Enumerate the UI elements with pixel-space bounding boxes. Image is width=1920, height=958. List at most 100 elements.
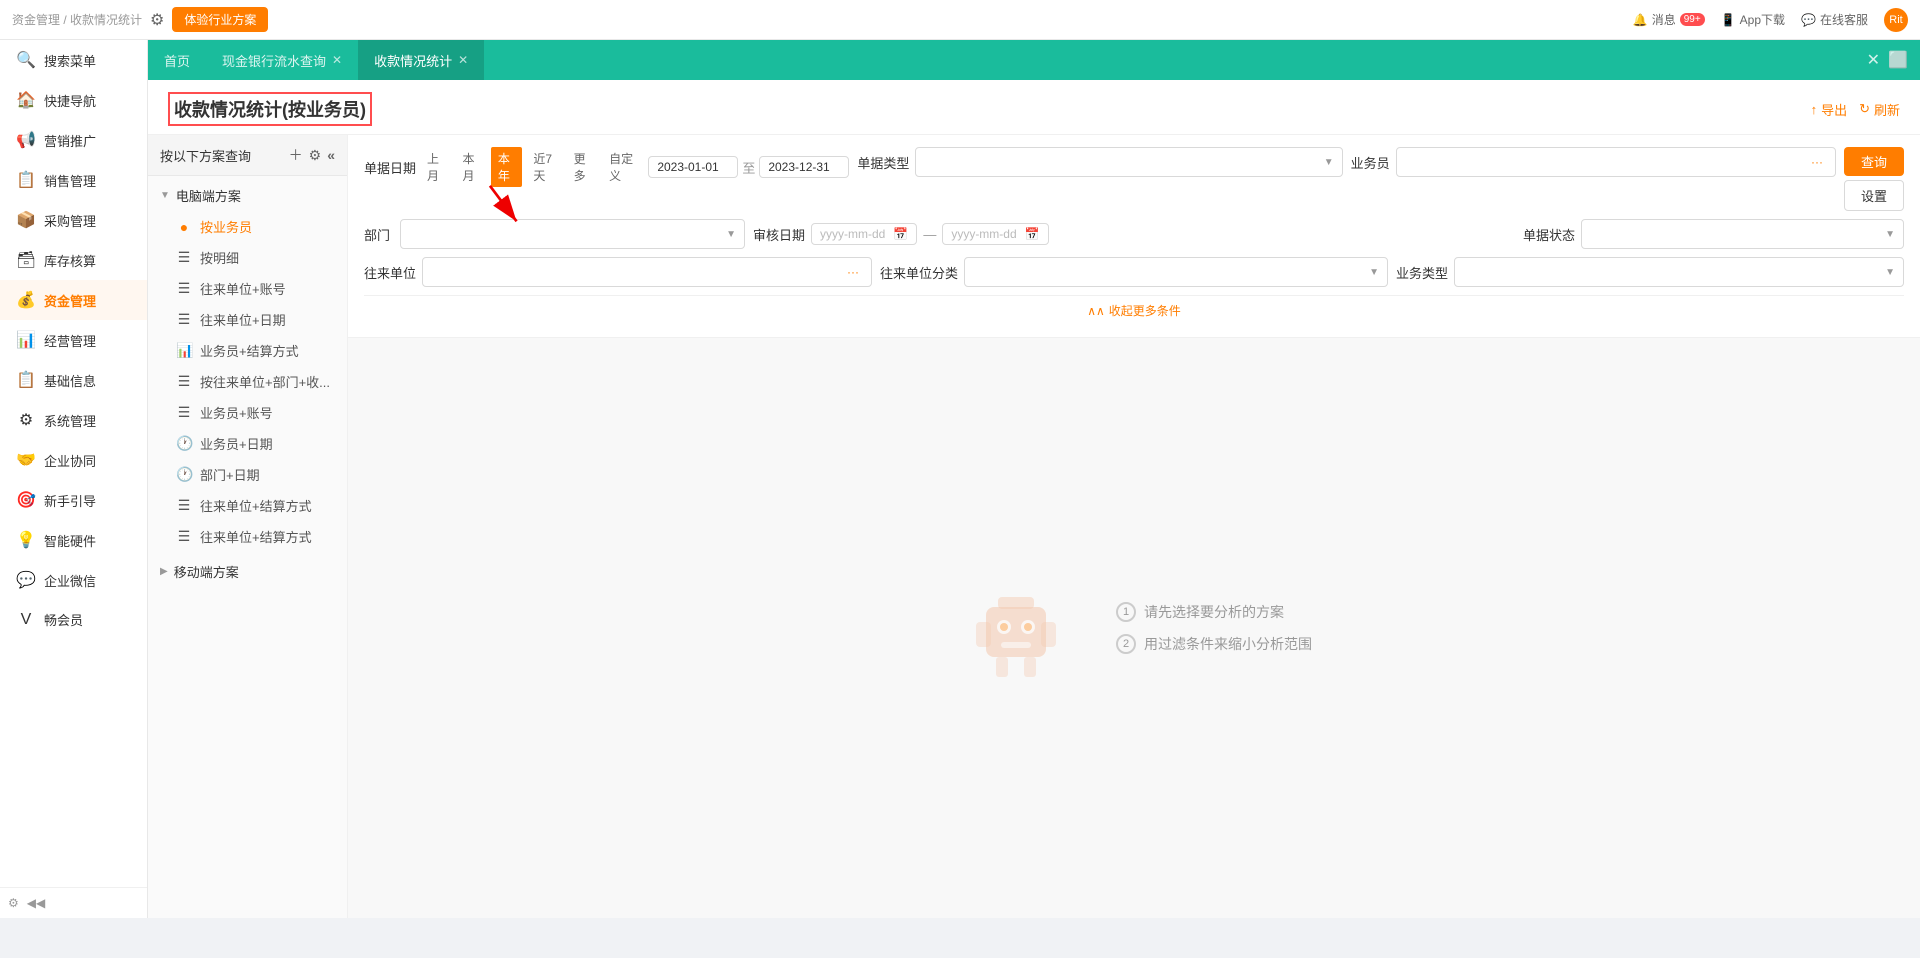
counterpart-more-icon[interactable]: ··· — [847, 265, 859, 279]
sidebar-collapse-btn[interactable]: ◀◀ — [27, 896, 45, 910]
sidebar-item-inventory[interactable]: 🗃 库存核算 — [0, 240, 147, 280]
scheme-item-salesperson-account[interactable]: ☰ 业务员+账号 — [148, 397, 347, 428]
sidebar-item-guide[interactable]: 🎯 新手引导 — [0, 480, 147, 520]
page-title-box: 收款情况统计(按业务员) — [168, 92, 372, 126]
date-to-input[interactable]: 2023-12-31 — [759, 156, 849, 178]
calendar-from-icon[interactable]: 📅 — [893, 227, 908, 241]
sidebar-label-inventory: 库存核算 — [44, 251, 96, 270]
scheme-item-label-dept-date: 部门+日期 — [200, 465, 260, 484]
scheme-item-salesperson-settle[interactable]: 📊 业务员+结算方式 — [148, 335, 347, 366]
doc-status-select[interactable]: ▼ — [1581, 219, 1904, 249]
user-avatar[interactable]: Rit — [1884, 8, 1908, 32]
scheme-header-actions: ＋ ⚙ « — [289, 145, 335, 165]
salesperson-more-icon[interactable]: ··· — [1811, 155, 1823, 169]
filter-area: 单据日期 上月 本月 本年 近7天 更多 自定义 — [348, 135, 1920, 338]
tab-bank-flow[interactable]: 现金银行流水查询 ✕ — [206, 40, 358, 80]
tab-maximize-btn[interactable]: ⬜ — [1888, 50, 1908, 70]
scheme-item-by-detail[interactable]: ☰ 按明细 — [148, 242, 347, 273]
tab-home[interactable]: 首页 — [148, 40, 206, 80]
trial-button[interactable]: 体验行业方案 — [172, 7, 268, 32]
placeholder-step-1: 1 请先选择要分析的方案 — [1116, 602, 1312, 622]
sidebar-item-quick-nav[interactable]: 🏠 快捷导航 — [0, 80, 147, 120]
sidebar-item-search[interactable]: 🔍 搜索菜单 — [0, 40, 147, 80]
date-btn-custom[interactable]: 自定义 — [602, 147, 642, 187]
scheme-item-unit-dept-collect[interactable]: ☰ 按往来单位+部门+收... — [148, 366, 347, 397]
doc-type-select[interactable]: ▼ — [915, 147, 1342, 177]
sidebar-item-marketing[interactable]: 📢 营销推广 — [0, 120, 147, 160]
scheme-item-dept-date[interactable]: 🕐 部门+日期 — [148, 459, 347, 490]
date-btn-7days[interactable]: 近7天 — [526, 147, 562, 187]
sales-icon: 📋 — [16, 170, 36, 190]
date-btn-this-year[interactable]: 本年 — [491, 147, 522, 187]
scheme-add-btn[interactable]: ＋ — [289, 145, 303, 165]
filter-actions: 查询 设置 — [1844, 147, 1904, 211]
tab-collection-stats-close[interactable]: ✕ — [458, 53, 468, 67]
calendar-to-icon[interactable]: 📅 — [1025, 227, 1040, 241]
collapse-filter-button[interactable]: ∧∧ 收起更多条件 — [364, 295, 1904, 325]
scheme-collapse-btn[interactable]: « — [327, 147, 335, 163]
sidebar-item-member[interactable]: V 畅会员 — [0, 600, 147, 639]
date-from-input[interactable]: 2023-01-01 — [648, 156, 738, 178]
tab-collection-stats[interactable]: 收款情况统计 ✕ — [358, 40, 484, 80]
audit-date-from-input[interactable]: yyyy-mm-dd 📅 — [811, 223, 917, 245]
sidebar-item-purchase[interactable]: 📦 采购管理 — [0, 200, 147, 240]
app-download-button[interactable]: 📱 App下载 — [1721, 11, 1785, 28]
export-button[interactable]: ↑ 导出 — [1811, 100, 1848, 119]
business-type-select[interactable]: ▼ — [1454, 257, 1904, 287]
date-range-input: 2023-01-01 至 2023-12-31 — [648, 156, 849, 178]
sidebar-item-sales[interactable]: 📋 销售管理 — [0, 160, 147, 200]
scheme-settings-btn[interactable]: ⚙ — [309, 147, 322, 164]
notification-label: 消息 — [1652, 11, 1676, 28]
sidebar-label-operations: 经营管理 — [44, 331, 96, 350]
step-2-label: 用过滤条件来缩小分析范围 — [1144, 634, 1312, 654]
tab-close-all-btn[interactable]: ✕ — [1867, 50, 1880, 70]
placeholder-illustration — [956, 567, 1076, 690]
doc-status-arrow-icon: ▼ — [1885, 229, 1895, 240]
enterprise-icon: 🤝 — [16, 450, 36, 470]
dept-select[interactable]: ▼ — [400, 219, 745, 249]
scheme-item-label-detail: 按明细 — [200, 248, 239, 267]
sidebar-item-basic[interactable]: 📋 基础信息 — [0, 360, 147, 400]
scheme-group-mobile-title[interactable]: ▶ 移动端方案 — [148, 556, 347, 587]
date-btn-this-month[interactable]: 本月 — [455, 147, 486, 187]
sidebar-item-enterprise[interactable]: 🤝 企业协同 — [0, 440, 147, 480]
query-button[interactable]: 查询 — [1844, 147, 1904, 176]
date-btn-last-month[interactable]: 上月 — [420, 147, 451, 187]
scheme-item-salesperson-date[interactable]: 🕐 业务员+日期 — [148, 428, 347, 459]
business-type-filter: 业务类型 ▼ — [1396, 257, 1904, 287]
sidebar-settings-btn[interactable]: ⚙ — [8, 896, 19, 910]
date-btn-more[interactable]: 更多 — [567, 147, 598, 187]
collapse-up-icon: ∧∧ — [1087, 304, 1105, 318]
tab-bank-flow-close[interactable]: ✕ — [332, 53, 342, 67]
sidebar-item-operations[interactable]: 📊 经营管理 — [0, 320, 147, 360]
top-bar-right: 🔔 消息 99+ 📱 App下载 💬 在线客服 Rit — [1633, 8, 1908, 32]
counterpart-category-label: 往来单位分类 — [880, 263, 958, 282]
right-panel: 单据日期 上月 本月 本年 近7天 更多 自定义 — [348, 135, 1920, 918]
sidebar-item-system[interactable]: ⚙ 系统管理 — [0, 400, 147, 440]
scheme-item-unit-date[interactable]: ☰ 往来单位+日期 — [148, 304, 347, 335]
sidebar-nav: 🔍 搜索菜单 🏠 快捷导航 📢 营销推广 📋 销售管理 📦 采购管理 🗃 库存核… — [0, 40, 147, 887]
sidebar-item-finance[interactable]: 💰 资金管理 — [0, 280, 147, 320]
scheme-item-label-salesperson-account: 业务员+账号 — [200, 403, 273, 422]
bell-icon: 🔔 — [1633, 13, 1648, 27]
online-service-button[interactable]: 💬 在线客服 — [1801, 11, 1868, 28]
scheme-item-by-salesperson[interactable]: ● 按业务员 — [148, 211, 347, 242]
notification-button[interactable]: 🔔 消息 99+ — [1633, 11, 1705, 28]
sidebar-item-hardware[interactable]: 💡 智能硬件 — [0, 520, 147, 560]
settings-icon[interactable]: ⚙ — [150, 10, 164, 30]
counterpart-select[interactable]: ··· — [422, 257, 872, 287]
audit-date-dash: — — [923, 227, 936, 242]
results-area: 1 请先选择要分析的方案 2 用过滤条件来缩小分析范围 — [348, 338, 1920, 918]
scheme-item-unit-settle1[interactable]: ☰ 往来单位+结算方式 — [148, 490, 347, 521]
page-content: 收款情况统计(按业务员) ↑ 导出 ↻ 刷新 按以下方案查询 — [148, 80, 1920, 918]
scheme-item-unit-settle2[interactable]: ☰ 往来单位+结算方式 — [148, 521, 347, 552]
filter-settings-button[interactable]: 设置 — [1844, 180, 1904, 211]
sidebar-item-wechat[interactable]: 💬 企业微信 — [0, 560, 147, 600]
scheme-item-unit-account[interactable]: ☰ 往来单位+账号 — [148, 273, 347, 304]
refresh-button[interactable]: ↻ 刷新 — [1859, 100, 1900, 119]
scheme-group-desktop-title[interactable]: ▼ 电脑端方案 — [148, 180, 347, 211]
salesperson-select[interactable]: ··· — [1396, 147, 1836, 177]
counterpart-category-select[interactable]: ▼ — [964, 257, 1388, 287]
counterpart-label: 往来单位 — [364, 263, 416, 282]
audit-date-to-input[interactable]: yyyy-mm-dd 📅 — [942, 223, 1048, 245]
